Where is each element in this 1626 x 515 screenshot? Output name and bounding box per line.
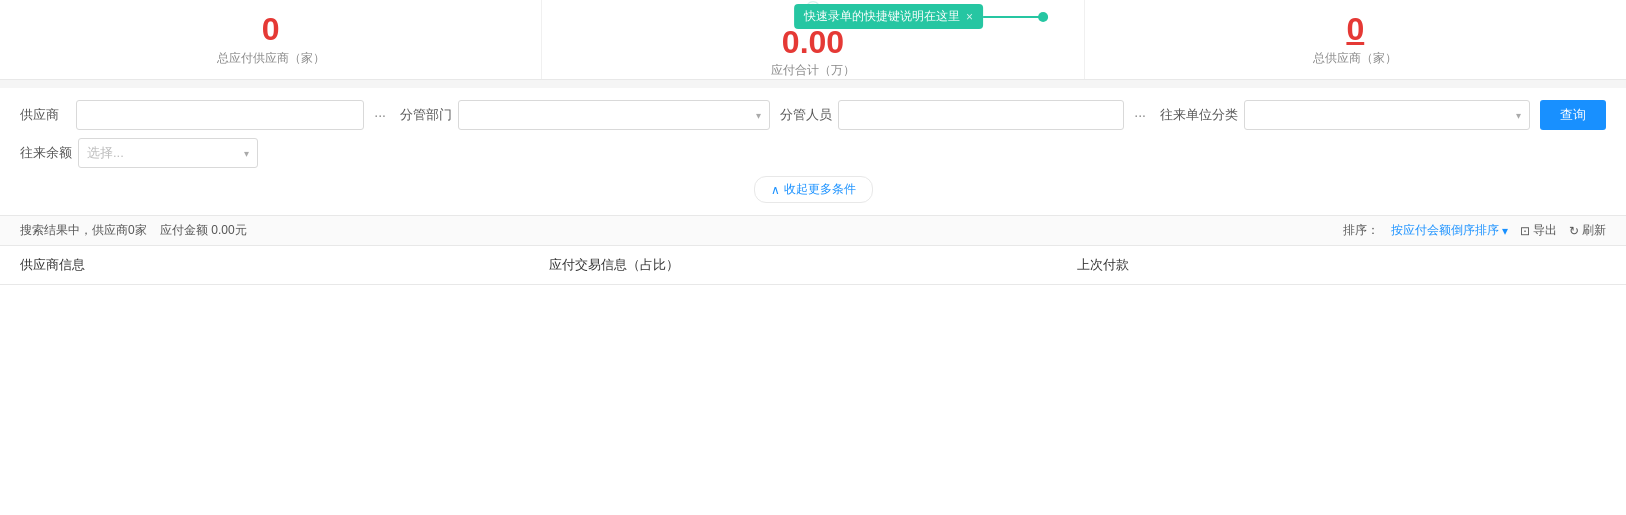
stat-total-suppliers-value[interactable]: 0 bbox=[1346, 12, 1364, 47]
sort-chevron-icon: ▾ bbox=[1502, 224, 1508, 238]
unit-category-dropdown[interactable]: ▾ bbox=[1244, 100, 1530, 130]
search-row-2: 往来余额 选择... ▾ bbox=[20, 138, 1606, 168]
unit-category-label: 往来单位分类 bbox=[1160, 106, 1238, 124]
stat-payable-total: 0.00 应付合计（万） 快速录单的快捷键说明在这里 × bbox=[542, 0, 1084, 79]
stat-payable-total-label: 应付合计（万） bbox=[771, 62, 855, 79]
collapse-row: ∧ 收起更多条件 bbox=[20, 176, 1606, 203]
table-header: 供应商信息 应付交易信息（占比） 上次付款 bbox=[0, 246, 1626, 285]
search-row-1: 供应商 ··· 分管部门 ▾ 分管人员 ··· 往来单位分类 ▾ bbox=[20, 100, 1606, 130]
refresh-button[interactable]: ↻ 刷新 bbox=[1569, 222, 1606, 239]
col-supplier-info: 供应商信息 bbox=[20, 256, 549, 274]
sort-select[interactable]: 按应付会额倒序排序 ▾ bbox=[1391, 222, 1508, 239]
person-label: 分管人员 bbox=[780, 106, 832, 124]
col-transaction-info: 应付交易信息（占比） bbox=[549, 256, 1078, 274]
supplier-field: 供应商 ··· bbox=[20, 100, 390, 130]
balance-field: 往来余额 选择... ▾ bbox=[20, 138, 258, 168]
result-summary: 搜索结果中，供应商0家 应付金额 0.00元 bbox=[20, 222, 247, 239]
result-amount-text: 应付金额 0.00元 bbox=[160, 223, 247, 237]
collapse-button[interactable]: ∧ 收起更多条件 bbox=[754, 176, 873, 203]
tooltip-close-icon[interactable]: × bbox=[966, 10, 973, 24]
balance-chevron-icon: ▾ bbox=[244, 148, 249, 159]
balance-placeholder: 选择... bbox=[87, 144, 124, 162]
result-actions: 排序： 按应付会额倒序排序 ▾ ⊡ 导出 ↻ 刷新 bbox=[1343, 222, 1606, 239]
refresh-label: 刷新 bbox=[1582, 222, 1606, 239]
stat-total-suppliers: 0 总供应商（家） bbox=[1085, 0, 1626, 79]
balance-select[interactable]: 选择... ▾ bbox=[78, 138, 258, 168]
department-label: 分管部门 bbox=[400, 106, 452, 124]
sort-value: 按应付会额倒序排序 bbox=[1391, 222, 1499, 239]
collapse-up-icon: ∧ bbox=[771, 183, 780, 197]
tooltip-dot bbox=[1038, 12, 1048, 22]
result-summary-text: 搜索结果中，供应商0家 bbox=[20, 223, 147, 237]
export-icon: ⊡ bbox=[1520, 224, 1530, 238]
supplier-input[interactable] bbox=[76, 100, 364, 130]
department-field: 分管部门 ▾ bbox=[400, 100, 770, 130]
export-label: 导出 bbox=[1533, 222, 1557, 239]
person-dots-btn[interactable]: ··· bbox=[1130, 105, 1150, 125]
export-button[interactable]: ⊡ 导出 bbox=[1520, 222, 1557, 239]
col-last-payment: 上次付款 bbox=[1077, 256, 1606, 274]
department-dropdown[interactable]: ▾ bbox=[458, 100, 770, 130]
refresh-icon: ↻ bbox=[1569, 224, 1579, 238]
stat-total-payable-value: 0 bbox=[262, 12, 280, 47]
stat-total-payable-label: 总应付供应商（家） bbox=[217, 50, 325, 67]
person-field: 分管人员 ··· bbox=[780, 100, 1150, 130]
unit-category-field: 往来单位分类 ▾ bbox=[1160, 100, 1530, 130]
tooltip-bubble: 快速录单的快捷键说明在这里 × bbox=[794, 4, 983, 29]
stat-payable-total-value: 0.00 bbox=[782, 25, 844, 60]
tooltip-text: 快速录单的快捷键说明在这里 bbox=[804, 8, 960, 25]
supplier-label: 供应商 bbox=[20, 106, 70, 124]
table-body bbox=[0, 285, 1626, 515]
person-input[interactable] bbox=[838, 100, 1124, 130]
department-chevron-icon: ▾ bbox=[756, 110, 761, 121]
stat-total-suppliers-label: 总供应商（家） bbox=[1313, 50, 1397, 67]
balance-label: 往来余额 bbox=[20, 144, 72, 162]
stats-bar: 0 总应付供应商（家） 0.00 应付合计（万） 快速录单的快捷键说明在这里 ×… bbox=[0, 0, 1626, 80]
stat-total-payable: 0 总应付供应商（家） bbox=[0, 0, 542, 79]
supplier-dots-btn[interactable]: ··· bbox=[370, 105, 390, 125]
unit-category-chevron-icon: ▾ bbox=[1516, 110, 1521, 121]
collapse-label: 收起更多条件 bbox=[784, 181, 856, 198]
search-area: 供应商 ··· 分管部门 ▾ 分管人员 ··· 往来单位分类 ▾ bbox=[0, 88, 1626, 216]
result-bar: 搜索结果中，供应商0家 应付金额 0.00元 排序： 按应付会额倒序排序 ▾ ⊡… bbox=[0, 216, 1626, 246]
search-button[interactable]: 查询 bbox=[1540, 100, 1606, 130]
sort-label: 排序： bbox=[1343, 222, 1379, 239]
